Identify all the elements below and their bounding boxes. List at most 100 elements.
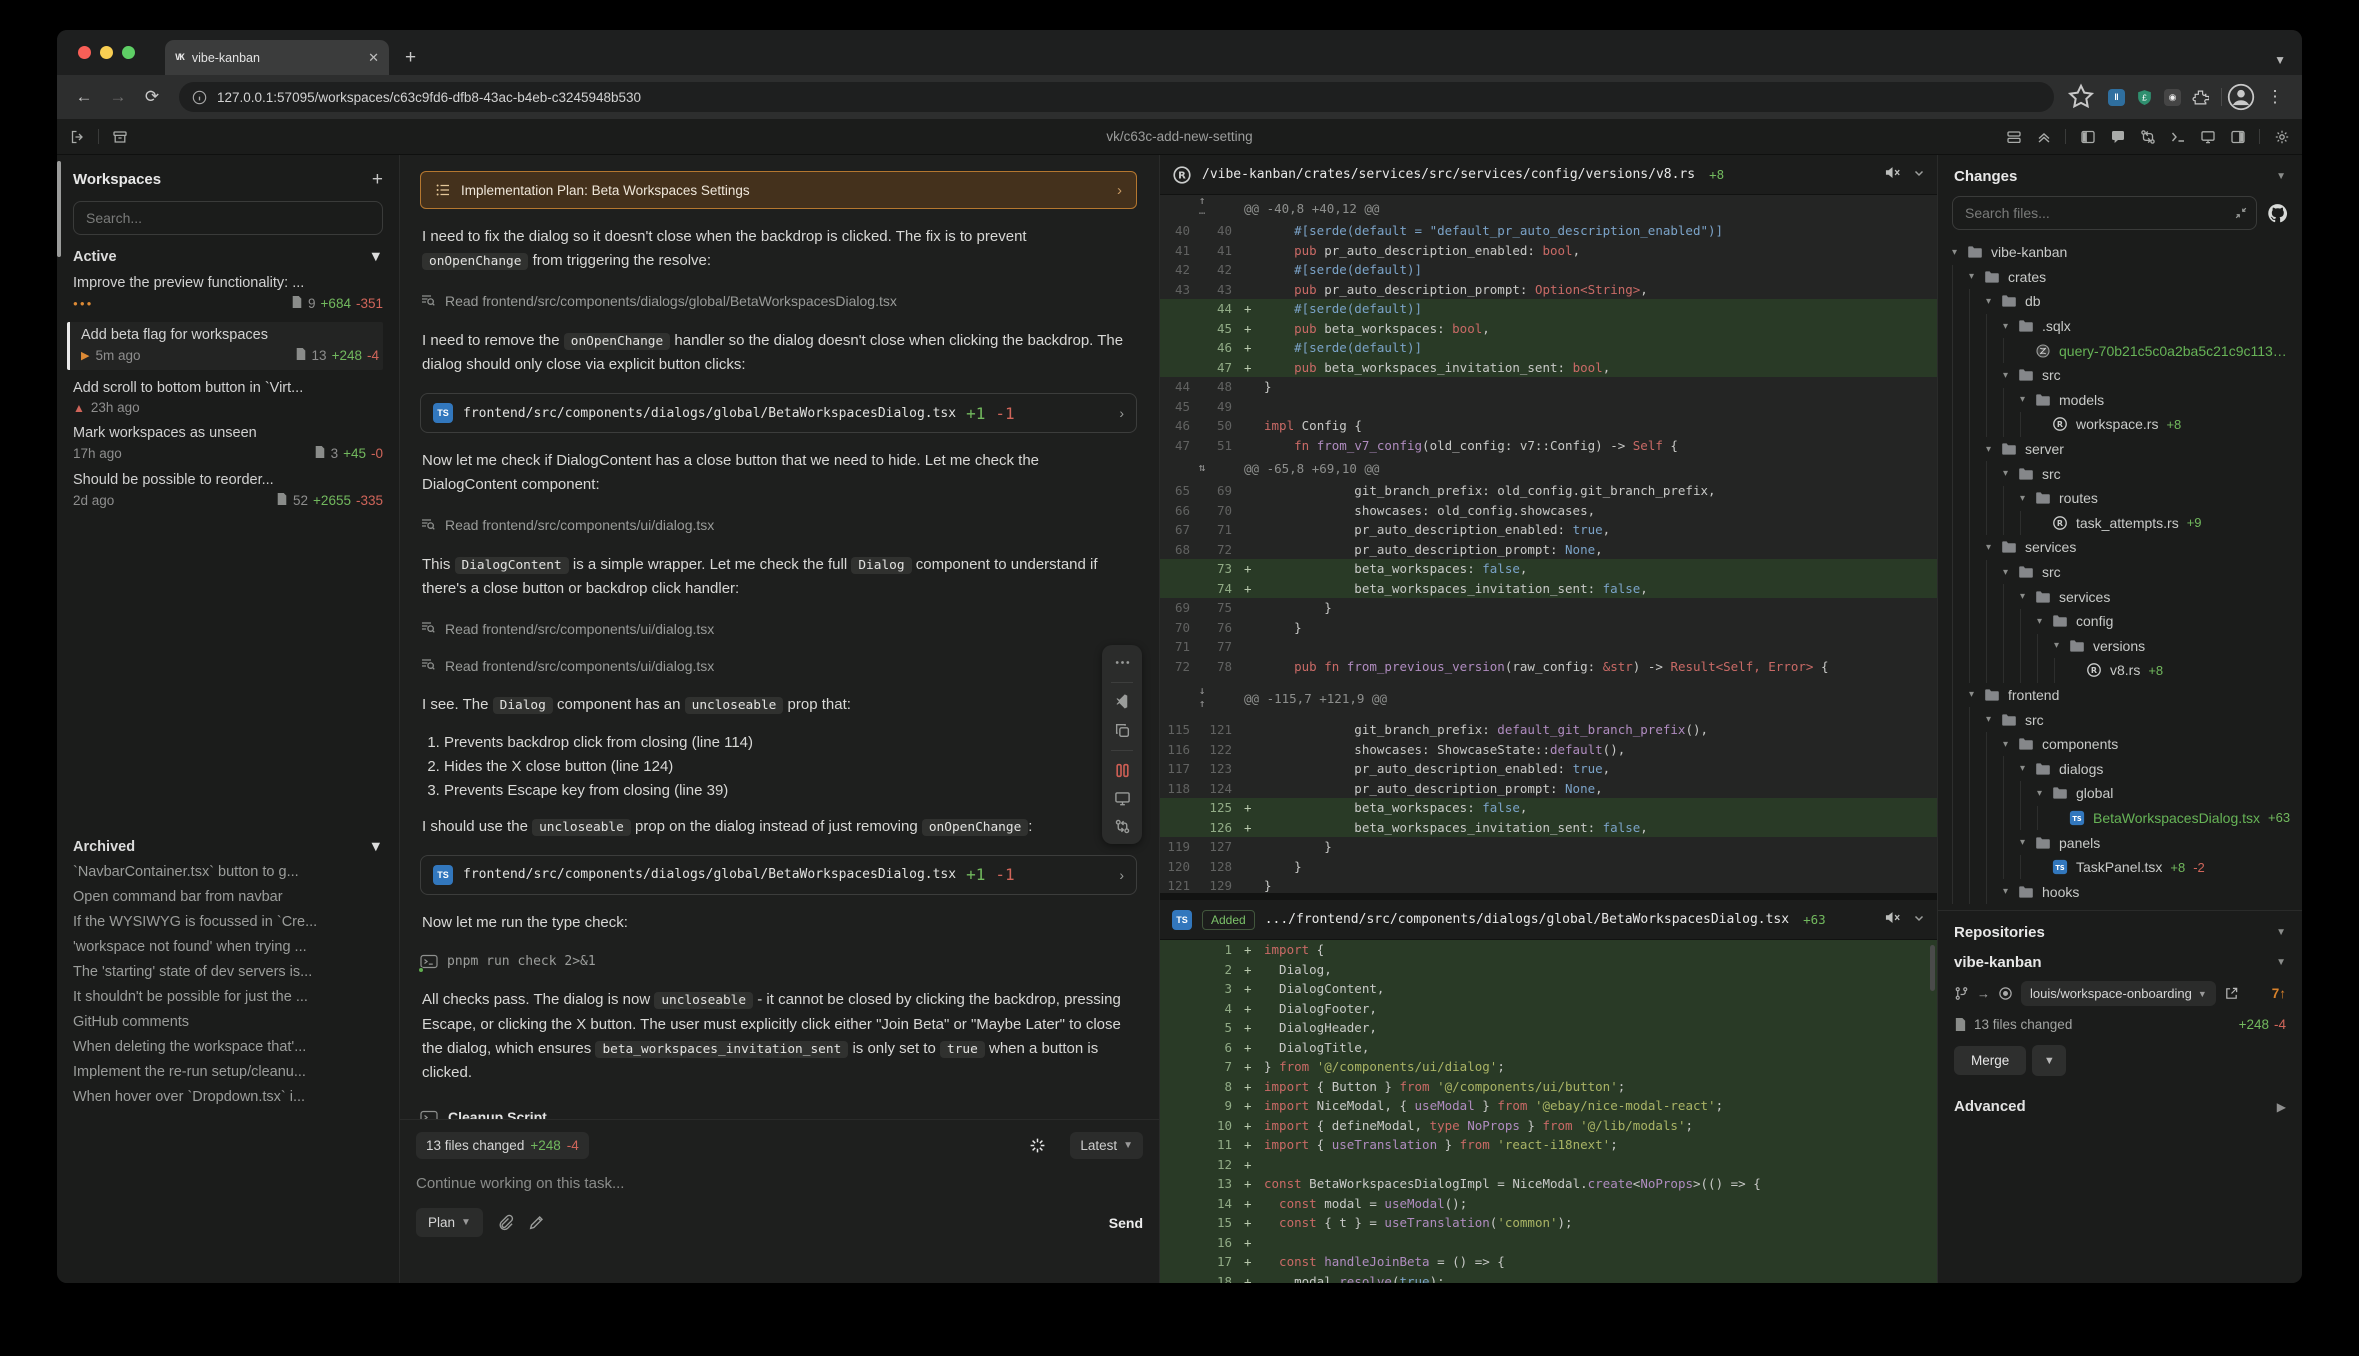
tree-collapse-arrow[interactable]: ▾: [1986, 714, 2001, 725]
tree-collapse-arrow[interactable]: ▾: [2020, 837, 2035, 848]
close-window-button[interactable]: [78, 46, 91, 59]
extension-icon-shield[interactable]: £: [2136, 89, 2153, 106]
edited-file-card[interactable]: TS frontend/src/components/dialogs/global…: [420, 393, 1137, 434]
tree-item[interactable]: ▾ hooks: [1938, 879, 2302, 905]
merge-button[interactable]: Merge: [1954, 1046, 2027, 1076]
extension-icon-camera[interactable]: ◉: [2164, 88, 2181, 106]
tree-collapse-arrow[interactable]: ▾: [2020, 394, 2035, 405]
archived-workspace-item[interactable]: If the WYSIWYG is focussed in `Cre...: [73, 914, 383, 930]
panel-left-icon[interactable]: [2079, 128, 2096, 145]
forward-button[interactable]: →: [103, 82, 133, 112]
reload-button[interactable]: ⟳: [137, 82, 167, 112]
browser-menu-icon[interactable]: ⋮: [2260, 82, 2290, 112]
repo-collapse-icon[interactable]: ▼: [2276, 957, 2286, 968]
tree-collapse-arrow[interactable]: ▾: [2003, 739, 2018, 750]
tree-item[interactable]: ▾ crates: [1938, 264, 2302, 290]
extension-icon-blue[interactable]: ǁ: [2108, 88, 2125, 106]
tree-item[interactable]: ▾ panels: [1938, 830, 2302, 855]
tree-item[interactable]: ▾ services: [1938, 584, 2302, 609]
expand-hunk-icon[interactable]: ↑ ┄: [1160, 195, 1244, 220]
mute-speaker-icon[interactable]: [1884, 910, 1901, 930]
tool-call-row[interactable]: Read frontend/src/components/ui/dialog.t…: [420, 516, 1137, 535]
tree-item[interactable]: Rworkspace.rs +8: [1938, 412, 2302, 437]
monitor-icon[interactable]: [2199, 128, 2216, 145]
tree-item[interactable]: ▾ config: [1938, 608, 2302, 634]
version-selector[interactable]: Latest ▼: [1070, 1132, 1143, 1159]
edited-file-card[interactable]: TS frontend/src/components/dialogs/global…: [420, 854, 1137, 895]
diff-file-header[interactable]: R/vibe-kanban/crates/services/src/servic…: [1160, 155, 1937, 195]
tree-item[interactable]: ▾ db: [1938, 289, 2302, 314]
zoom-window-button[interactable]: [122, 46, 135, 59]
tab-close-icon[interactable]: ✕: [368, 50, 379, 66]
tree-collapse-arrow[interactable]: ▾: [2003, 321, 2018, 332]
repositories-collapse-icon[interactable]: ▼: [2276, 927, 2286, 938]
workspace-item[interactable]: Should be possible to reorder... 2d ago 52…: [73, 472, 383, 509]
active-section-header[interactable]: Active ▼: [73, 249, 383, 265]
changes-collapse-icon[interactable]: ▼: [2276, 171, 2286, 182]
terminal-command-row[interactable]: pnpm run check 2>&1: [418, 953, 1137, 974]
external-link-icon[interactable]: [2224, 986, 2239, 1001]
tree-item[interactable]: TS BetaWorkspacesDialog.tsx +63: [1938, 805, 2302, 831]
git-compare-icon[interactable]: [1114, 818, 1131, 835]
profile-avatar-icon[interactable]: [2226, 82, 2256, 112]
collapse-all-icon[interactable]: [2035, 128, 2052, 145]
workspace-item[interactable]: Mark workspaces as unseen 17h ago 3 +45 -0: [73, 425, 383, 462]
settings-gear-icon[interactable]: [2273, 128, 2290, 145]
tool-call-row[interactable]: Read frontend/src/components/ui/dialog.t…: [420, 619, 1137, 638]
repositories-header[interactable]: Repositories ▼: [1938, 911, 2302, 950]
tree-item[interactable]: ▾ src: [1938, 707, 2302, 732]
tree-collapse-arrow[interactable]: ▾: [2037, 616, 2052, 627]
vscode-icon[interactable]: [1114, 694, 1131, 711]
bookmark-star-icon[interactable]: [2066, 82, 2096, 112]
tree-collapse-arrow[interactable]: ▾: [2020, 763, 2035, 774]
files-changed-badge[interactable]: 13 files changed +248 -4: [416, 1132, 589, 1159]
workspace-search-input[interactable]: [73, 201, 383, 235]
tree-collapse-arrow[interactable]: ▾: [2037, 788, 2052, 799]
chat-bubble-icon[interactable]: [2109, 128, 2126, 145]
implementation-plan-banner[interactable]: Implementation Plan: Beta Workspaces Set…: [420, 171, 1137, 209]
tree-collapse-arrow[interactable]: ▾: [1986, 444, 2001, 455]
workspace-item[interactable]: Improve the preview functionality: ... ●●…: [73, 275, 383, 312]
layout-rows-icon[interactable]: [2005, 128, 2022, 145]
github-icon[interactable]: [2267, 203, 2288, 223]
git-network-icon[interactable]: [2139, 128, 2156, 145]
hunk-header[interactable]: ↓ ↑ @@ -115,7 +121,9 @@: [1160, 676, 1937, 720]
file-search-input[interactable]: [1952, 196, 2257, 230]
expand-search-icon[interactable]: [2234, 206, 2248, 220]
cleanup-script-row[interactable]: Cleanup ScriptCompleted successfully: [420, 1109, 1137, 1119]
tool-call-row[interactable]: Read frontend/src/components/ui/dialog.t…: [420, 656, 1137, 675]
tree-collapse-arrow[interactable]: ▾: [2020, 591, 2035, 602]
diff-scrollbar[interactable]: [1930, 945, 1935, 991]
tree-item[interactable]: ▾ models: [1938, 387, 2302, 413]
tree-item[interactable]: ▾ versions: [1938, 633, 2302, 659]
archived-workspace-item[interactable]: Open command bar from navbar: [73, 889, 383, 905]
browser-tab[interactable]: VK vibe-kanban ✕: [165, 40, 389, 75]
merge-options-button[interactable]: ▼: [2032, 1045, 2067, 1077]
tree-collapse-arrow[interactable]: ▾: [2020, 493, 2035, 504]
add-workspace-button[interactable]: +: [372, 170, 383, 189]
new-tab-button[interactable]: +: [405, 47, 416, 69]
tree-collapse-arrow[interactable]: ▾: [1969, 689, 1984, 700]
tree-item[interactable]: ▾ global: [1938, 781, 2302, 806]
tree-item[interactable]: Rtask_attempts.rs +9: [1938, 510, 2302, 536]
workspace-item[interactable]: Add beta flag for workspaces ▶ 5m ago 13 +24…: [67, 322, 383, 370]
hunk-header[interactable]: ↑ ┄ @@ -40,8 +40,12 @@: [1160, 195, 1937, 221]
mute-speaker-icon[interactable]: [1884, 165, 1901, 185]
collapse-chevron-icon[interactable]: [1913, 911, 1925, 929]
tree-item[interactable]: ▾ .sqlx: [1938, 313, 2302, 339]
advanced-section[interactable]: Advanced ▶: [1938, 1076, 2302, 1115]
archived-workspace-item[interactable]: Implement the re-run setup/cleanu...: [73, 1064, 383, 1080]
edit-pen-icon[interactable]: [528, 1214, 545, 1231]
tree-item[interactable]: query-70b21c5c0a2ba5c21c9c1132f14a68: [1938, 338, 2302, 363]
archived-workspace-item[interactable]: GitHub comments: [73, 1014, 383, 1030]
tree-collapse-arrow[interactable]: ▾: [1986, 542, 2001, 553]
tree-item[interactable]: ▾ services: [1938, 535, 2302, 560]
expand-hunk-icon[interactable]: ⇅: [1160, 461, 1244, 475]
tree-collapse-arrow[interactable]: ▾: [2003, 370, 2018, 381]
tree-item[interactable]: ▾ src: [1938, 362, 2302, 388]
archived-workspace-item[interactable]: The 'starting' state of dev servers is..…: [73, 964, 383, 980]
address-bar[interactable]: 127.0.0.1:57095/workspaces/c63c9fd6-dfb8…: [179, 82, 2054, 112]
tree-item[interactable]: ▾ frontend: [1938, 682, 2302, 708]
tree-collapse-arrow[interactable]: ▾: [1969, 271, 1984, 282]
archived-section-header[interactable]: Archived ▼: [73, 839, 383, 855]
